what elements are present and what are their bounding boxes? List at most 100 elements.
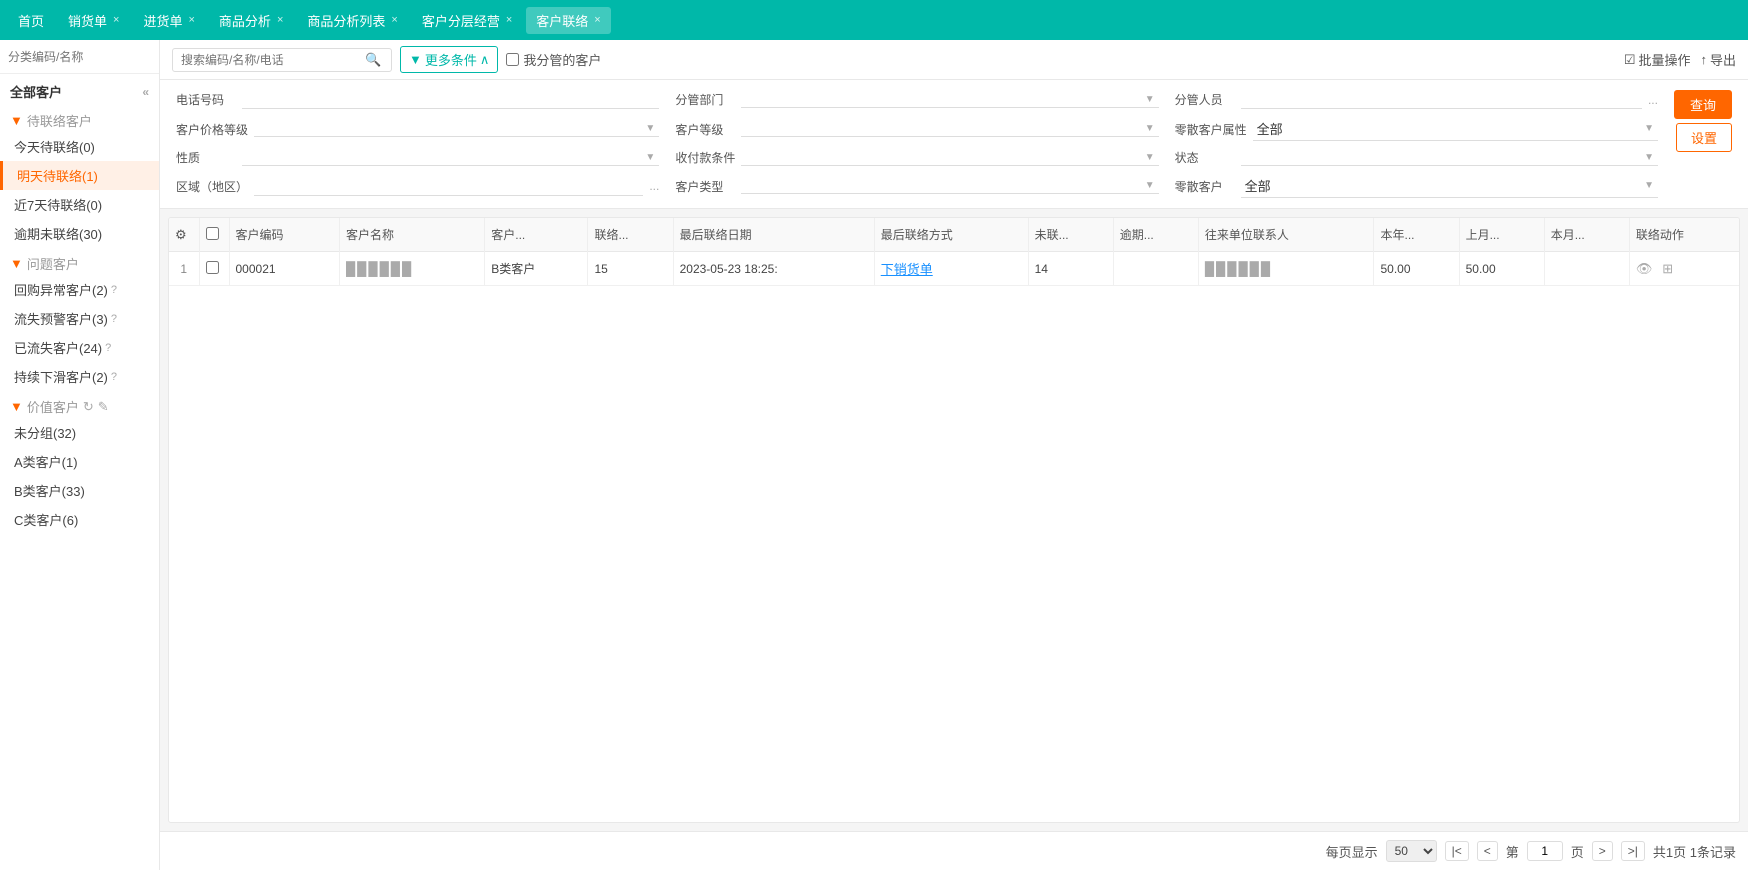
filter-customer-grade-select[interactable]: ▼ bbox=[741, 121, 1158, 137]
last-page-button[interactable]: >| bbox=[1621, 841, 1645, 861]
nav-purchase[interactable]: 进货单 × bbox=[133, 7, 204, 34]
sidebar-hint-icon-4: ? bbox=[111, 371, 117, 383]
filter-row-1: 电话号码 分管部门 ▼ 分管人员 bbox=[176, 90, 1658, 109]
th-code: 客户编码 bbox=[229, 218, 339, 252]
th-last-contact-method: 最后联络方式 bbox=[874, 218, 1028, 252]
sidebar-item-ungroup[interactable]: 未分组(32) bbox=[0, 418, 159, 447]
filter-status-chevron: ▼ bbox=[1644, 152, 1654, 163]
filter-status-select[interactable]: ▼ bbox=[1241, 150, 1658, 166]
sidebar-item-overdue[interactable]: 逾期未联络(30) bbox=[0, 219, 159, 248]
sidebar-item-type-b[interactable]: B类客户(33) bbox=[0, 476, 159, 505]
filter-payment-field: 收付款条件 ▼ bbox=[675, 149, 1158, 166]
per-page-label: 每页显示 bbox=[1326, 842, 1378, 861]
nav-sales[interactable]: 销货单 × bbox=[58, 7, 129, 34]
sidebar-group-waiting: ▼ 待联络客户 bbox=[0, 105, 159, 132]
sidebar-group-value-edit[interactable]: ✎ bbox=[98, 399, 109, 415]
th-last-contact-date: 最后联络日期 bbox=[673, 218, 874, 252]
nav-goods-analysis-close-icon[interactable]: × bbox=[277, 14, 283, 26]
my-customers-checkbox[interactable] bbox=[506, 53, 519, 66]
sidebar-search-input[interactable] bbox=[8, 50, 160, 64]
sidebar-item-today[interactable]: 今天待联络(0) bbox=[0, 132, 159, 161]
th-gear[interactable]: ⚙ bbox=[169, 218, 199, 252]
filter-status-label: 状态 bbox=[1175, 149, 1235, 166]
filter-region-ellipsis[interactable]: ... bbox=[649, 179, 659, 193]
nav-goods-analysis-list[interactable]: 商品分析列表 × bbox=[297, 7, 407, 34]
per-page-select[interactable]: 50 100 bbox=[1386, 840, 1437, 862]
first-page-button[interactable]: |< bbox=[1445, 841, 1469, 861]
row-checkbox[interactable] bbox=[206, 261, 219, 274]
sidebar-item-declining[interactable]: 持续下滑客户(2) ? bbox=[0, 362, 159, 391]
filter-dept-select[interactable]: ▼ bbox=[741, 92, 1158, 108]
sidebar-collapse-icon[interactable]: « bbox=[142, 85, 149, 99]
td-row-num: 1 bbox=[169, 252, 199, 286]
select-all-checkbox[interactable] bbox=[206, 227, 219, 240]
filter-nature-label: 性质 bbox=[176, 149, 236, 166]
filter-nature-field: 性质 ▼ bbox=[176, 149, 659, 166]
filter-row-2: 客户价格等级 ▼ 客户等级 ▼ bbox=[176, 117, 1658, 141]
toolbar-search-box[interactable]: 🔍 bbox=[172, 48, 392, 72]
last-contact-link[interactable]: 下销货单 bbox=[881, 262, 933, 277]
td-last-contact-method[interactable]: 下销货单 bbox=[874, 252, 1028, 286]
batch-operation-button[interactable]: ☑ 批量操作 bbox=[1624, 50, 1691, 69]
nav-purchase-close-icon[interactable]: × bbox=[188, 14, 194, 26]
nav-home[interactable]: 首页 bbox=[8, 7, 54, 34]
sidebar-item-churn-warning[interactable]: 流失预警客户(3) ? bbox=[0, 304, 159, 333]
th-this-year: 本年... bbox=[1374, 218, 1459, 252]
sidebar-search-container: 🔍 bbox=[0, 40, 159, 74]
nav-sales-close-icon[interactable]: × bbox=[113, 14, 119, 26]
filter-nature-select[interactable]: ▼ bbox=[242, 150, 659, 166]
filter-payment-select[interactable]: ▼ bbox=[741, 150, 1158, 166]
next-page-button[interactable]: > bbox=[1592, 841, 1613, 861]
page-input[interactable] bbox=[1527, 841, 1563, 861]
filter-price-grade-chevron: ▼ bbox=[645, 123, 655, 134]
nav-customer-contact[interactable]: 客户联络 × bbox=[526, 7, 610, 34]
td-contact-person: ██████ bbox=[1198, 252, 1374, 286]
view-icon[interactable]: 👁 bbox=[1636, 261, 1653, 276]
table-header-row: ⚙ 客户编码 客户名称 客户... 联络... 最后联络日期 最后联络方式 未联… bbox=[169, 218, 1739, 252]
my-customers-checkbox-label[interactable]: 我分管的客户 bbox=[506, 50, 601, 69]
grid-icon[interactable]: ⊞ bbox=[1662, 261, 1673, 276]
nav-customer-layer-close-icon[interactable]: × bbox=[506, 14, 512, 26]
filter-customer-grade-field: 客户等级 ▼ bbox=[675, 121, 1158, 138]
filter-phone-input[interactable] bbox=[242, 90, 659, 109]
nav-customer-contact-close-icon[interactable]: × bbox=[594, 14, 600, 26]
gear-icon[interactable]: ⚙ bbox=[175, 227, 187, 242]
filter-panel: 电话号码 分管部门 ▼ 分管人员 bbox=[160, 80, 1748, 209]
export-icon: ↑ bbox=[1700, 52, 1707, 67]
query-button[interactable]: 查询 bbox=[1674, 90, 1732, 119]
filter-customer-type-select[interactable]: ▼ bbox=[741, 178, 1158, 194]
nav-goods-analysis[interactable]: 商品分析 × bbox=[209, 7, 293, 34]
filter-retail-attr-select[interactable]: 全部 ▼ bbox=[1253, 117, 1658, 141]
th-no-contact: 未联... bbox=[1028, 218, 1113, 252]
filter-region-label: 区域（地区） bbox=[176, 178, 248, 195]
nav-goods-list-close-icon[interactable]: × bbox=[391, 14, 397, 26]
filter-manager-input[interactable] bbox=[1241, 90, 1642, 109]
sidebar-item-type-a[interactable]: A类客户(1) bbox=[0, 447, 159, 476]
filter-region-input[interactable] bbox=[254, 177, 643, 196]
th-last-month: 上月... bbox=[1459, 218, 1544, 252]
filter-more-button[interactable]: ▼ 更多条件 ∧ bbox=[400, 46, 498, 73]
sidebar-item-churned[interactable]: 已流失客户(24) ? bbox=[0, 333, 159, 362]
toolbar-search-input[interactable] bbox=[181, 53, 361, 67]
filter-phone-label: 电话号码 bbox=[176, 91, 236, 108]
filter-manager-label: 分管人员 bbox=[1175, 91, 1235, 108]
data-table-container: ⚙ 客户编码 客户名称 客户... 联络... 最后联络日期 最后联络方式 未联… bbox=[168, 217, 1740, 823]
filter-retail-customer-select[interactable]: 全部 ▼ bbox=[1241, 174, 1658, 198]
sidebar-item-repurchase-abnormal[interactable]: 回购异常客户(2) ? bbox=[0, 275, 159, 304]
filter-manager-ellipsis[interactable]: ... bbox=[1648, 93, 1658, 107]
export-button[interactable]: ↑ 导出 bbox=[1700, 50, 1736, 69]
nav-customer-layer[interactable]: 客户分层经营 × bbox=[412, 7, 522, 34]
td-no-contact: 14 bbox=[1028, 252, 1113, 286]
settings-button[interactable]: 设置 bbox=[1676, 123, 1732, 152]
td-actions[interactable]: 👁 ⊞ bbox=[1629, 252, 1739, 286]
sidebar-item-7days[interactable]: 近7天待联络(0) bbox=[0, 190, 159, 219]
prev-page-button[interactable]: < bbox=[1477, 841, 1498, 861]
filter-payment-label: 收付款条件 bbox=[675, 149, 735, 166]
sidebar-group-value-refresh[interactable]: ↻ bbox=[83, 399, 94, 415]
sidebar-item-type-c[interactable]: C类客户(6) bbox=[0, 505, 159, 534]
filter-manager-field: 分管人员 ... bbox=[1175, 90, 1658, 109]
sidebar-item-tomorrow[interactable]: 明天待联络(1) bbox=[0, 161, 159, 190]
filter-price-grade-select[interactable]: ▼ bbox=[254, 121, 659, 137]
filter-row-3: 性质 ▼ 收付款条件 ▼ bbox=[176, 149, 1658, 166]
toolbar-search-icon[interactable]: 🔍 bbox=[365, 52, 381, 68]
